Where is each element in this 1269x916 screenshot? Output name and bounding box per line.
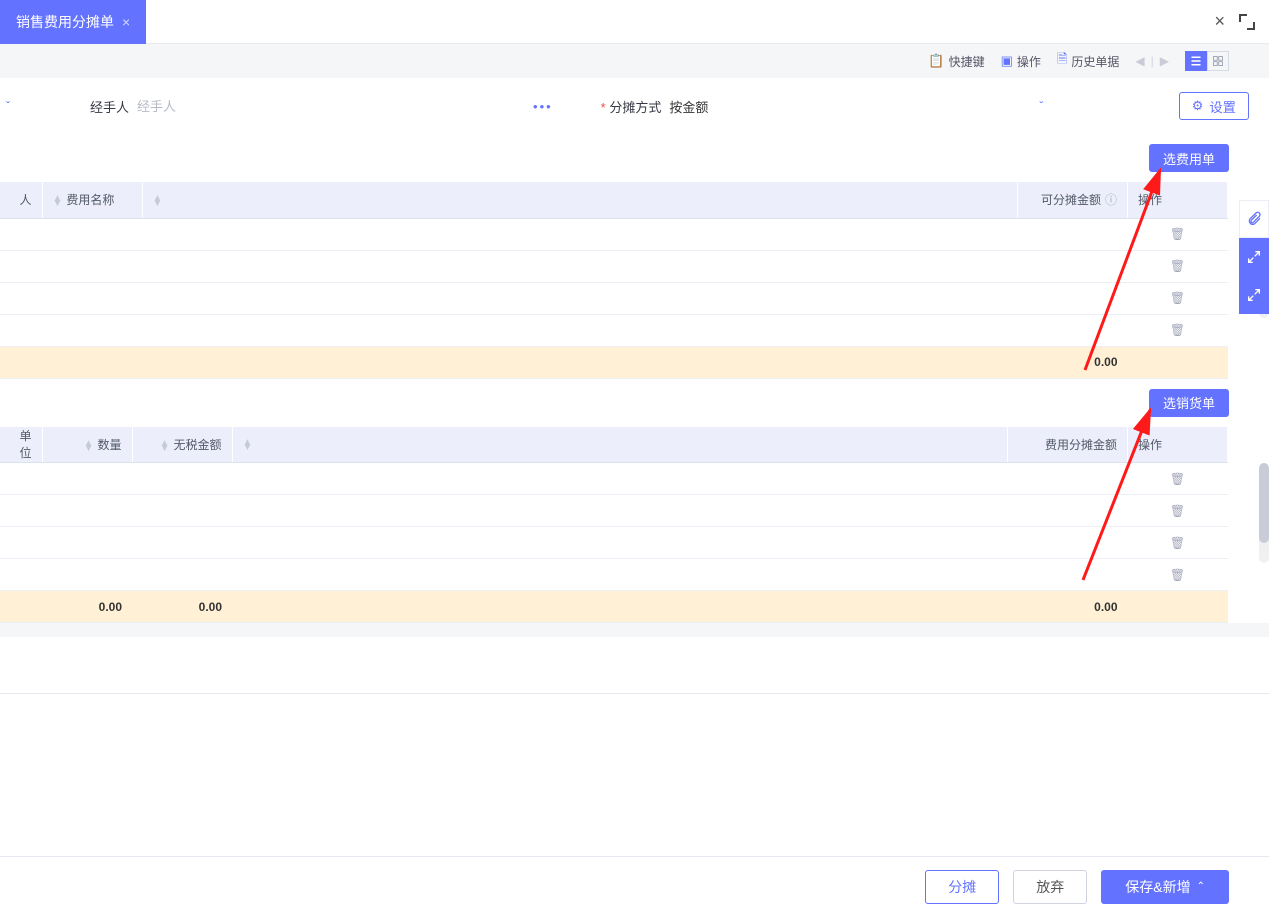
col-notax: ▲▼无税金额 [132, 427, 232, 463]
table-row[interactable]: 🗑 [0, 250, 1228, 282]
grid-icon: ▣ [1001, 53, 1013, 69]
right-dock [1239, 200, 1269, 314]
alloc-label: 分摊方式 [601, 97, 662, 116]
col-alloc-amt: 费用分摊金额 [1008, 427, 1128, 463]
col-operate2: 操作 [1128, 427, 1228, 463]
settings-button[interactable]: ⚙ 设置 [1179, 92, 1249, 120]
col-qty: ▲▼数量 [42, 427, 132, 463]
handler-input[interactable] [137, 99, 517, 114]
blank-panel [0, 694, 1269, 874]
table-total-row: 0.000.000.00 [0, 591, 1228, 623]
section-sales: 选销货单 单位 ▲▼数量 ▲▼无税金额 ▲▼ 费用分摊金额 操作 🗑 🗑 🗑 🗑… [0, 379, 1269, 624]
col-blank: ▲▼ [142, 182, 1018, 218]
allocate-button[interactable]: 分摊 [925, 870, 999, 904]
clipboard-icon: 📋 [928, 53, 944, 69]
table-row[interactable]: 🗑 [0, 314, 1228, 346]
handler-label: 经手人 [90, 97, 129, 116]
view-card-icon[interactable] [1207, 51, 1229, 71]
total-alloc-amount: 0.00 [1018, 346, 1128, 378]
close-panel-icon[interactable]: × [1214, 11, 1225, 32]
help-icon[interactable]: ⓘ [1105, 193, 1117, 207]
trash-icon[interactable]: 🗑 [1170, 504, 1185, 518]
table-row[interactable]: 🗑 [0, 495, 1228, 527]
alloc-input[interactable] [669, 99, 1049, 114]
blank-panel [0, 637, 1269, 693]
sort-icon[interactable]: ▲▼ [160, 441, 170, 451]
col-blank2: ▲▼ [232, 427, 1008, 463]
expand-icon[interactable] [1239, 276, 1269, 314]
discard-button[interactable]: 放弃 [1013, 870, 1087, 904]
col-operate: 操作 [1128, 182, 1228, 218]
shortcut-link[interactable]: 📋快捷键 [928, 53, 984, 70]
trash-icon[interactable]: 🗑 [1170, 291, 1185, 305]
chevron-down-icon[interactable]: ˇ [6, 99, 20, 113]
footer: 分摊 放弃 保存&新增 ⌃ [0, 856, 1269, 916]
table-total-row: 0.00 [0, 346, 1228, 378]
col-unit: 单位 [0, 427, 42, 463]
attachment-icon[interactable] [1239, 200, 1269, 238]
chevron-up-icon: ⌃ [1197, 881, 1205, 892]
total-qty: 0.00 [42, 591, 132, 623]
select-sales-button[interactable]: 选销货单 [1149, 389, 1229, 417]
expense-table: 人 ▲▼费用名称 ▲▼ 可分摊金额ⓘ 操作 🗑 🗑 🗑 🗑 0.00 [0, 182, 1228, 379]
col-row-header: 人 [0, 182, 42, 218]
trash-icon[interactable]: 🗑 [1170, 259, 1185, 273]
sort-icon[interactable]: ▲▼ [243, 440, 253, 450]
spacer [0, 623, 1269, 637]
table-row[interactable]: 🗑 [0, 559, 1228, 591]
close-icon[interactable]: × [122, 14, 130, 30]
sort-icon[interactable]: ▲▼ [53, 196, 63, 206]
nav-arrows: ◀ | ▶ [1135, 54, 1169, 68]
settings-label: 设置 [1209, 97, 1236, 116]
trash-icon[interactable]: 🗑 [1170, 227, 1185, 241]
tab-title: 销售费用分摊单 [16, 12, 114, 32]
select-expense-button[interactable]: 选费用单 [1149, 144, 1229, 172]
operate-link[interactable]: ▣操作 [1001, 53, 1041, 70]
table-row[interactable]: 🗑 [0, 527, 1228, 559]
total-alloc: 0.00 [1008, 591, 1128, 623]
fullscreen-icon[interactable] [1239, 14, 1255, 30]
chevron-down-icon[interactable]: ˇ [1039, 99, 1053, 113]
sort-icon[interactable]: ▲▼ [84, 441, 94, 451]
view-list-icon[interactable] [1185, 51, 1207, 71]
nav-prev-icon[interactable]: ◀ [1135, 54, 1144, 68]
trash-icon[interactable]: 🗑 [1170, 568, 1185, 582]
table-row[interactable]: 🗑 [0, 218, 1228, 250]
section-expenses: 选费用单 人 ▲▼费用名称 ▲▼ 可分摊金额ⓘ 操作 🗑 🗑 🗑 🗑 0.00 [0, 134, 1269, 379]
form-row: ˇ 经手人 ••• 分摊方式 ˇ ⚙ 设置 [0, 78, 1269, 134]
scrollbar[interactable] [1259, 463, 1269, 563]
gear-icon: ⚙ [1192, 98, 1204, 114]
toolbar: 📋快捷键 ▣操作 🗎历史单据 ◀ | ▶ [0, 44, 1269, 78]
sort-icon[interactable]: ▲▼ [153, 196, 163, 206]
history-link[interactable]: 🗎历史单据 [1057, 50, 1119, 72]
trash-icon[interactable]: 🗑 [1170, 536, 1185, 550]
tab-bar: 销售费用分摊单 × × [0, 0, 1269, 44]
save-new-button[interactable]: 保存&新增 ⌃ [1101, 870, 1229, 904]
trash-icon[interactable]: 🗑 [1170, 472, 1185, 486]
col-alloc-amount: 可分摊金额ⓘ [1018, 182, 1128, 218]
trash-icon[interactable]: 🗑 [1170, 323, 1185, 337]
view-toggle [1185, 51, 1229, 71]
nav-next-icon[interactable]: ▶ [1160, 54, 1169, 68]
sales-table: 单位 ▲▼数量 ▲▼无税金额 ▲▼ 费用分摊金额 操作 🗑 🗑 🗑 🗑 0.00… [0, 427, 1228, 624]
more-icon[interactable]: ••• [525, 99, 561, 114]
total-notax: 0.00 [132, 591, 232, 623]
expand-icon[interactable] [1239, 238, 1269, 276]
alloc-field: 分摊方式 [601, 97, 1050, 116]
table-row[interactable]: 🗑 [0, 463, 1228, 495]
tab-active[interactable]: 销售费用分摊单 × [0, 0, 146, 44]
table-row[interactable]: 🗑 [0, 282, 1228, 314]
save-new-label: 保存&新增 [1125, 877, 1190, 897]
handler-field: 经手人 ••• [90, 97, 561, 116]
doc-icon: 🗎 [1057, 50, 1067, 72]
col-cost-name: ▲▼费用名称 [42, 182, 142, 218]
